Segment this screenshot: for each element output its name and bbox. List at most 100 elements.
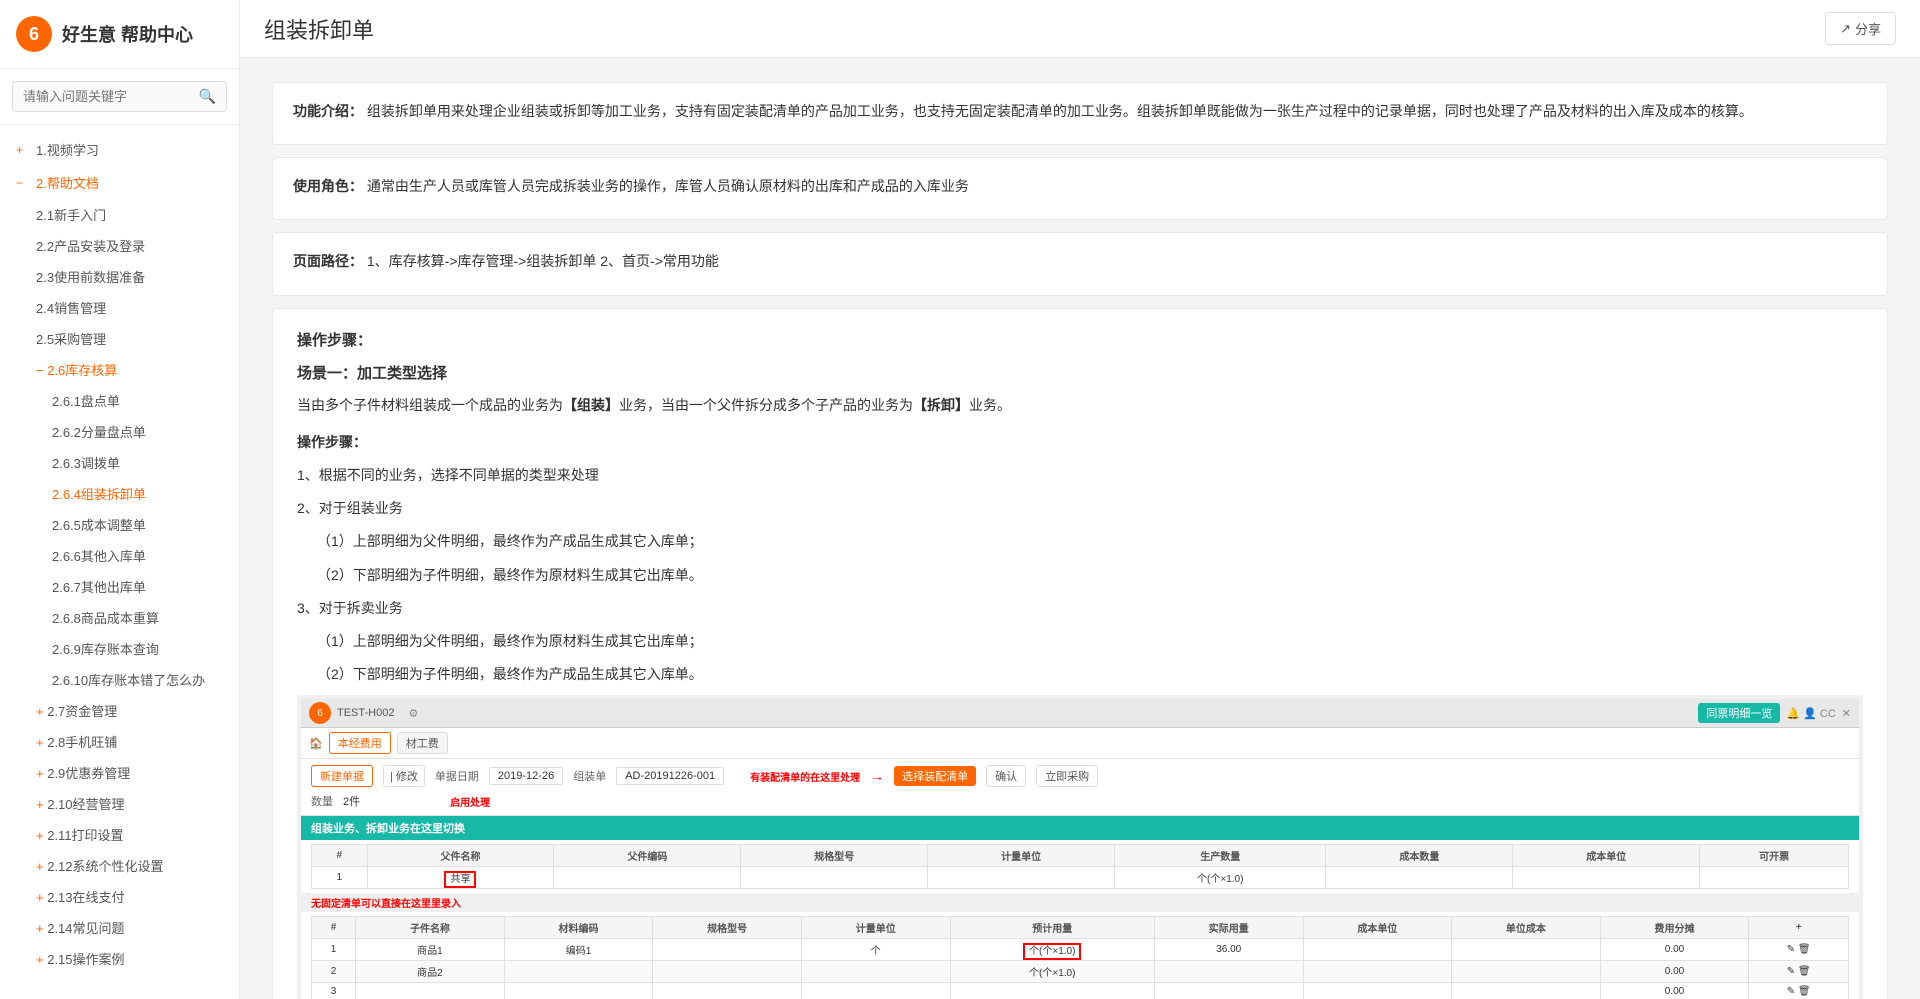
modify-btn[interactable]: | 修改 xyxy=(383,765,425,787)
share-label: 分享 xyxy=(1855,19,1881,38)
step2-2: （2）下部明细为子件明细，最终作为原材料生成其它出库单。 xyxy=(317,563,1863,588)
search-icon[interactable]: 🔍 xyxy=(199,88,216,105)
search-input[interactable] xyxy=(23,89,199,104)
share-icon: ↗ xyxy=(1840,21,1851,37)
sidebar: 6 好生意 帮助中心 🔍 + 1.视频学习 − 2.帮助文档 2.1新手入门 2… xyxy=(0,0,240,999)
sidebar-item-stockcount[interactable]: 2.6.1盘点单 xyxy=(0,385,239,416)
step2: 2、对于组装业务 xyxy=(297,496,1863,521)
tab2: 材工费 xyxy=(397,732,448,754)
arrow1: → xyxy=(870,768,884,784)
sidebar-item-install[interactable]: 2.2产品安装及登录 xyxy=(0,230,239,261)
step2-1: （1）上部明细为父件明细，最终作为产成品生成其它入库单； xyxy=(317,529,1863,554)
main-content: 组装拆卸单 ↗ 分享 功能介绍： 组装拆卸单用来处理企业组装或拆卸等加工业务，支… xyxy=(240,0,1920,999)
sidebar-item-online[interactable]: + 2.13在线支付 xyxy=(0,881,239,912)
step3-1: （1）上部明细为父件明细，最终作为原材料生成其它出库单； xyxy=(317,629,1863,654)
annotation-text-1: 有装配清单的在这里处理 xyxy=(750,769,860,784)
logo-text: 好生意 帮助中心 xyxy=(62,21,193,47)
sidebar-item-otherin[interactable]: 2.6.6其他入库单 xyxy=(0,540,239,571)
step1: 1、根据不同的业务，选择不同单据的类型来处理 xyxy=(297,463,1863,488)
sidebar-item-purchase[interactable]: 2.5采购管理 xyxy=(0,323,239,354)
search-box[interactable]: 🔍 xyxy=(12,81,227,112)
annotation-text-4: 无固定清单可以直接在这里里录入 xyxy=(301,893,1859,912)
child-table: #子件名称材料编码规格型号计量单位预计用量实际用量成本单位单位成本费用分摊+ 1… xyxy=(311,916,1849,999)
app-company: TEST-H002 xyxy=(337,707,394,719)
table-row: 1 共享 个(个×1.0) xyxy=(312,867,1849,889)
select-list-btn[interactable]: 选择装配清单 xyxy=(894,766,976,786)
path-label: 页面路径： xyxy=(293,253,363,269)
search-area: 🔍 xyxy=(0,69,239,125)
parent-name: 共享 xyxy=(444,871,476,888)
operations-section: 操作步骤： 场景一：加工类型选择 当由多个子件材料组装成一个成品的业务为【组装】… xyxy=(272,308,1888,999)
sidebar-item-mobile[interactable]: + 2.8手机旺铺 xyxy=(0,726,239,757)
role-label: 使用角色： xyxy=(293,178,363,194)
date-value: 2019-12-26 xyxy=(489,767,563,785)
collapse-icon: − xyxy=(16,176,32,190)
icon-home: 🏠 xyxy=(309,737,323,750)
intro-label: 功能介绍： xyxy=(293,103,363,119)
sidebar-item-faq[interactable]: + 2.14常见问题 xyxy=(0,912,239,943)
step3-2: （2）下部明细为子件明细，最终作为产成品生成其它入库单。 xyxy=(317,662,1863,687)
sidebar-item-videos[interactable]: + 1.视频学习 xyxy=(0,133,239,166)
sidebar-item-adjust[interactable]: 2.6.3调拨单 xyxy=(0,447,239,478)
close-icon: ✕ xyxy=(1842,707,1851,720)
sidebar-item-custom[interactable]: + 2.12系统个性化设置 xyxy=(0,850,239,881)
sidebar-item-print[interactable]: + 2.11打印设置 xyxy=(0,819,239,850)
path-content: 1、库存核算->库存管理->组装拆卸单 2、首页->常用功能 xyxy=(367,253,719,269)
sidebar-item-docs[interactable]: − 2.帮助文档 xyxy=(0,166,239,199)
doc-type-label: 组装单 xyxy=(573,768,606,784)
scene1-desc: 当由多个子件材料组装成一个成品的业务为【组装】业务，当由一个父件拆分成多个子产品… xyxy=(297,393,1863,418)
sidebar-item-otherout[interactable]: 2.6.7其他出库单 xyxy=(0,571,239,602)
teal-btn-mock: 同票明细一览 xyxy=(1698,703,1780,723)
sidebar-item-goodscost[interactable]: 2.6.8商品成本重算 xyxy=(0,602,239,633)
icons-area: 🔔 👤 CC xyxy=(1786,707,1835,720)
path-text: 页面路径： 1、库存核算->库存管理->组装拆卸单 2、首页->常用功能 xyxy=(293,249,1867,274)
date-label: 单据日期 xyxy=(435,768,479,784)
sidebar-item-data[interactable]: 2.3使用前数据准备 xyxy=(0,261,239,292)
child-table-container: #子件名称材料编码规格型号计量单位预计用量实际用量成本单位单位成本费用分摊+ 1… xyxy=(301,912,1859,999)
new-doc-btn[interactable]: 新建单据 xyxy=(311,765,373,787)
scene1-title: 场景一：加工类型选择 xyxy=(297,362,1863,383)
table-row: 2商品2 个(个×1.0)0.00✎ 🗑 xyxy=(312,961,1849,983)
sidebar-item-label: 1.视频学习 xyxy=(36,140,99,159)
path-block: 页面路径： 1、库存核算->库存管理->组装拆卸单 2、首页->常用功能 xyxy=(272,232,1888,295)
sidebar-item-stock[interactable]: − 2.6库存核算 xyxy=(0,354,239,385)
logo-icon: 6 xyxy=(16,16,52,52)
page-title: 组装拆卸单 xyxy=(264,13,374,45)
sidebar-item-ops[interactable]: + 2.10经营管理 xyxy=(0,788,239,819)
sidebar-item-assembly[interactable]: 2.6.4组装拆卸单 xyxy=(0,478,239,509)
qty-label: 数量 xyxy=(311,793,333,809)
ops-steps-title: 操作步骤： xyxy=(297,430,1863,455)
sidebar-item-partialcount[interactable]: 2.6.2分量盘点单 xyxy=(0,416,239,447)
qty-value: 2件 xyxy=(343,793,360,809)
sidebar-item-sales[interactable]: 2.4销售管理 xyxy=(0,292,239,323)
intro-content: 组装拆卸单用来处理企业组装或拆卸等加工业务，支持有固定装配清单的产品加工业务，也… xyxy=(367,103,1753,119)
content-area: 功能介绍： 组装拆卸单用来处理企业组装或拆卸等加工业务，支持有固定装配清单的产品… xyxy=(240,58,1920,999)
annotation-text-2: 组装业务、拆卸业务在这里切换 xyxy=(311,820,465,836)
parent-table: #父件名称父件编码规格型号计量单位生产数量成本数量成本单位可开票 1 共享 个(… xyxy=(311,844,1849,889)
annotation-text-3: 启用处理 xyxy=(450,794,490,809)
sidebar-item-coupon[interactable]: + 2.9优惠券管理 xyxy=(0,757,239,788)
tab-active: 本经费用 xyxy=(329,732,391,754)
role-text: 使用角色： 通常由生产人员或库管人员完成拆装业务的操作，库管人员确认原材料的出库… xyxy=(293,174,1867,199)
sidebar-item-costadj[interactable]: 2.6.5成本调整单 xyxy=(0,509,239,540)
screenshot-container: 6 TEST-H002 ⚙ 同票明细一览 🔔 👤 CC ✕ 🏠 本经费用 材工费 xyxy=(297,695,1863,999)
nav-tree: + 1.视频学习 − 2.帮助文档 2.1新手入门 2.2产品安装及登录 2.3… xyxy=(0,125,239,999)
table-row: 1商品1编码1个 个(个×1.0) 36.000.00✎ 🗑 xyxy=(312,939,1849,961)
confirm-btn[interactable]: 确认 xyxy=(986,765,1026,787)
logo-area: 6 好生意 帮助中心 xyxy=(0,0,239,69)
sidebar-item-label: 2.帮助文档 xyxy=(36,173,99,192)
share-button[interactable]: ↗ 分享 xyxy=(1825,12,1896,45)
step3: 3、对于拆卖业务 xyxy=(297,596,1863,621)
sidebar-item-xinshow[interactable]: 2.1新手入门 xyxy=(0,199,239,230)
sidebar-item-finance[interactable]: + 2.7资金管理 xyxy=(0,695,239,726)
intro-text: 功能介绍： 组装拆卸单用来处理企业组装或拆卸等加工业务，支持有固定装配清单的产品… xyxy=(293,99,1867,124)
page-header: 组装拆卸单 ↗ 分享 xyxy=(240,0,1920,58)
nav-home: ⚙ xyxy=(408,707,418,720)
role-content: 通常由生产人员或库管人员完成拆装业务的操作，库管人员确认原材料的出库和产成品的入… xyxy=(367,178,969,194)
intro-block: 功能介绍： 组装拆卸单用来处理企业组装或拆卸等加工业务，支持有固定装配清单的产品… xyxy=(272,82,1888,145)
parent-table-container: #父件名称父件编码规格型号计量单位生产数量成本数量成本单位可开票 1 共享 个(… xyxy=(301,840,1859,893)
sidebar-item-stockcheck[interactable]: 2.6.9库存账本查询 xyxy=(0,633,239,664)
purchase-btn[interactable]: 立即采购 xyxy=(1036,765,1098,787)
sidebar-item-cases[interactable]: + 2.15操作案例 xyxy=(0,943,239,974)
sidebar-item-stockerror[interactable]: 2.6.10库存账本错了怎么办 xyxy=(0,664,239,695)
